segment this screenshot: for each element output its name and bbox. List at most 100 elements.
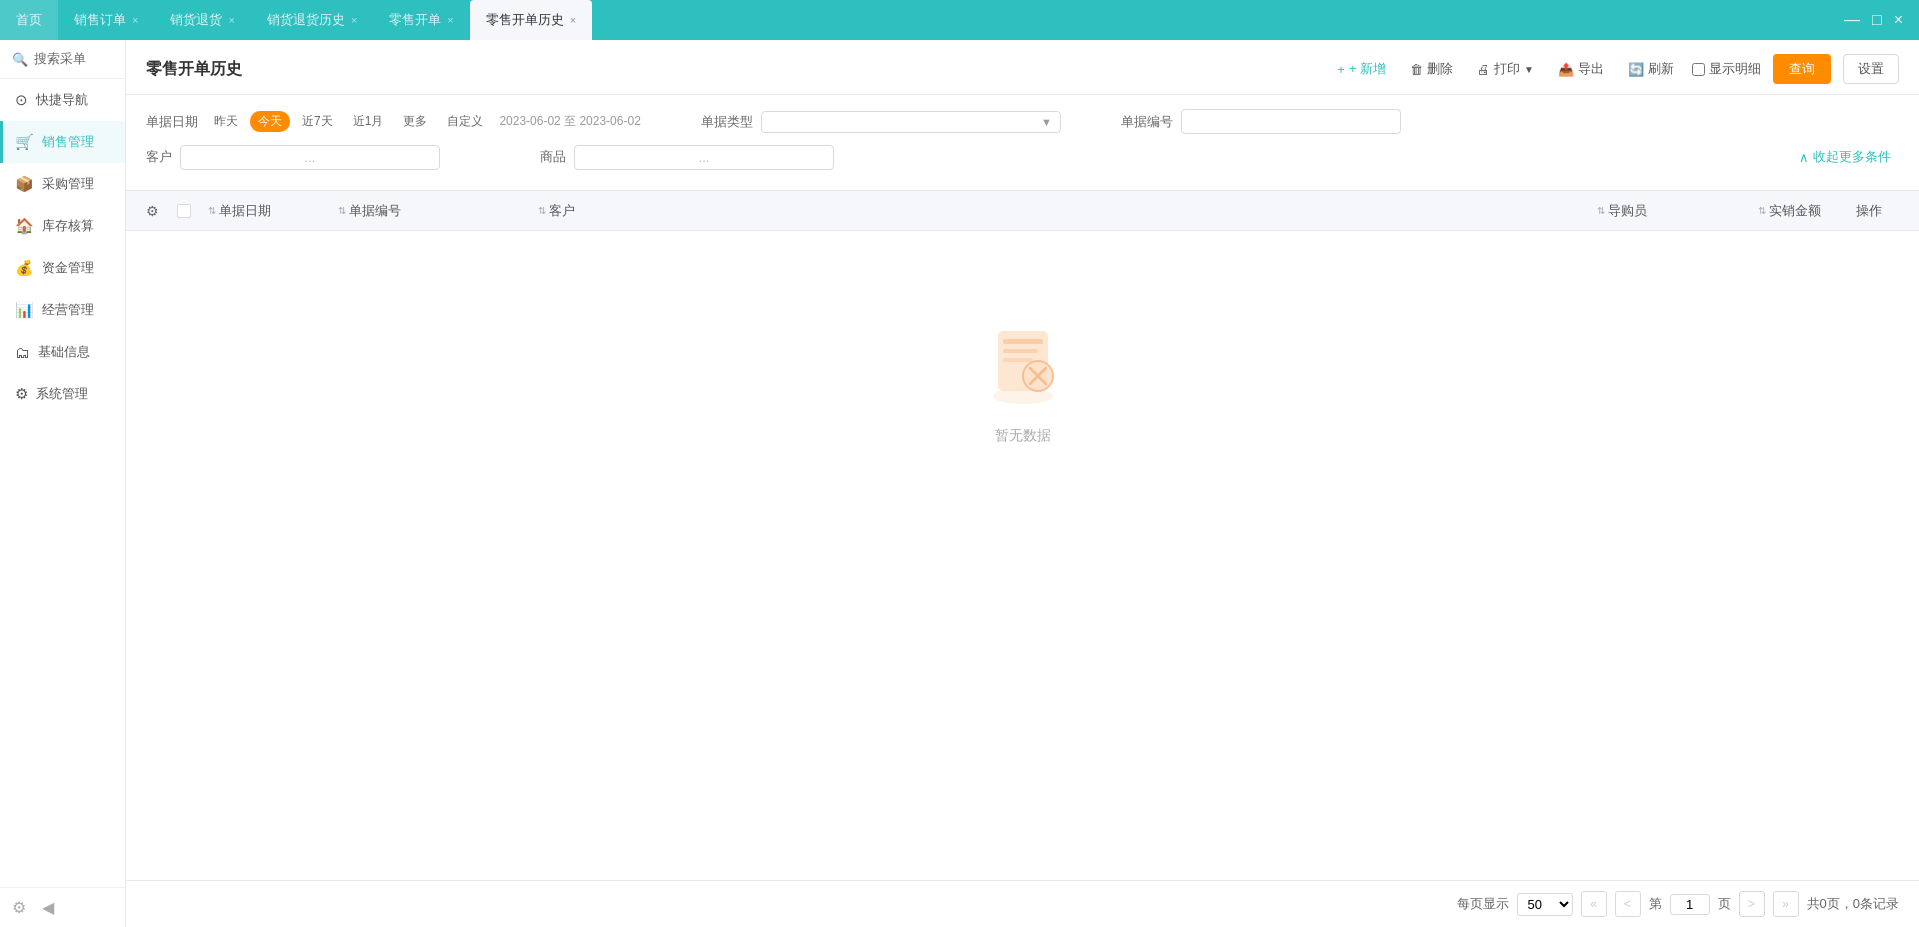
filter-order-no-item: 单据编号 [1121,109,1401,134]
date-btn-1month[interactable]: 近1月 [345,111,392,132]
date-btn-7days[interactable]: 近7天 [294,111,341,132]
collapse-btn[interactable]: ∧ 收起更多条件 [1791,144,1899,170]
filter-customer-select[interactable]: ... [180,145,440,170]
tab-retail-open-close[interactable]: × [447,14,453,26]
sidebar-settings-icon[interactable]: ⚙ [12,898,26,917]
tab-sales-return-label: 销货退货 [170,11,222,29]
sidebar-item-sales-mgmt-label: 销售管理 [42,133,94,151]
system-mgmt-icon: ⚙ [15,385,28,403]
settings-button[interactable]: 设置 [1843,54,1899,84]
sidebar-item-purchase-mgmt[interactable]: 📦 采购管理 [0,163,125,205]
tab-sales-order[interactable]: 销售订单 × [58,0,154,40]
tab-retail-open-history-label: 零售开单历史 [486,11,564,29]
sidebar-item-inventory-label: 库存核算 [42,217,94,235]
col-header-guide[interactable]: ⇅ 导购员 [1589,202,1709,220]
table-select-all-checkbox[interactable] [168,204,200,218]
tab-sales-return-history-close[interactable]: × [351,14,357,26]
sidebar-search[interactable]: 🔍 搜索采单 [0,40,125,79]
query-button[interactable]: 查询 [1773,54,1831,84]
col-date-label: 单据日期 [219,202,271,220]
table-header-row: ⚙ ⇅ 单据日期 ⇅ 单据编号 ⇅ 客户 ⇅ 导购员 [126,191,1919,231]
refresh-label: 刷新 [1648,60,1674,78]
first-page-icon: « [1590,897,1597,911]
col-action-label: 操作 [1856,202,1882,220]
page-title: 零售开单历史 [146,59,242,80]
new-button[interactable]: + + 新增 [1331,56,1392,82]
filter-goods-select[interactable]: ... [574,145,834,170]
tab-sales-return-history[interactable]: 销货退货历史 × [251,0,373,40]
sidebar-item-inventory[interactable]: 🏠 库存核算 [0,205,125,247]
col-header-customer[interactable]: ⇅ 客户 [530,202,1589,220]
sidebar-item-sales-mgmt[interactable]: 🛒 销售管理 [0,121,125,163]
page-number-input[interactable] [1670,894,1710,915]
table-container: ⚙ ⇅ 单据日期 ⇅ 单据编号 ⇅ 客户 ⇅ 导购员 [126,191,1919,880]
pagination-last-btn[interactable]: » [1773,891,1799,917]
sidebar-item-operations[interactable]: 📊 经营管理 [0,289,125,331]
table-column-settings-icon[interactable]: ⚙ [136,203,168,219]
sidebar-collapse-icon[interactable]: ◀ [42,898,54,917]
filter-order-type-arrow-icon: ▼ [1041,116,1052,128]
svg-rect-3 [1003,349,1038,353]
search-icon: 🔍 [12,52,28,67]
filter-order-type-item: 单据类型 ▼ [701,111,1061,133]
tab-sales-order-close[interactable]: × [132,14,138,26]
export-icon: 📤 [1558,62,1574,77]
main-layout: 🔍 搜索采单 ⊙ 快捷导航 🛒 销售管理 📦 采购管理 🏠 库存核算 💰 [0,40,1919,927]
page-prefix-label: 第 [1649,895,1662,913]
finance-icon: 💰 [15,259,34,277]
sidebar-item-finance[interactable]: 💰 资金管理 [0,247,125,289]
tab-sales-return[interactable]: 销货退货 × [154,0,250,40]
per-page-select[interactable]: 50 10 20 100 [1517,893,1573,916]
pagination-bar: 每页显示 50 10 20 100 « < 第 页 > » 共0页，0条记录 [126,880,1919,927]
next-page-icon: > [1748,897,1755,911]
date-btn-yesterday[interactable]: 昨天 [206,111,246,132]
window-close-icon[interactable]: × [1894,11,1903,29]
pagination-prev-btn[interactable]: < [1615,891,1641,917]
col-sort-icon-amount: ⇅ [1758,205,1766,216]
tab-retail-open-history[interactable]: 零售开单历史 × [470,0,592,40]
print-label: 打印 [1494,60,1520,78]
col-header-amount[interactable]: ⇅ 实销金额 [1709,202,1829,220]
filter-area: 单据日期 昨天 今天 近7天 近1月 更多 自定义 2023-06-02 至 2… [126,95,1919,191]
sidebar-nav: ⊙ 快捷导航 🛒 销售管理 📦 采购管理 🏠 库存核算 💰 资金管理 📊 [0,79,125,887]
window-minimize-icon[interactable]: — [1844,11,1860,29]
col-sort-icon-order-no: ⇅ [338,205,346,216]
filter-order-no-input[interactable] [1181,109,1401,134]
date-btn-custom[interactable]: 自定义 [439,111,491,132]
delete-button[interactable]: 🗑 删除 [1404,56,1459,82]
col-header-order-no[interactable]: ⇅ 单据编号 [330,202,530,220]
page-header: 零售开单历史 + + 新增 🗑 删除 🖨 打印 ▼ 📤 导出 [126,40,1919,95]
sidebar-bottom: ⚙ ◀ [0,887,125,927]
tab-retail-open-history-close[interactable]: × [570,14,576,26]
filter-date-item: 单据日期 昨天 今天 近7天 近1月 更多 自定义 2023-06-02 至 2… [146,111,641,132]
print-button[interactable]: 🖨 打印 ▼ [1471,56,1540,82]
select-all-box[interactable] [177,204,191,218]
sidebar-item-operations-label: 经营管理 [42,301,94,319]
pagination-first-btn[interactable]: « [1581,891,1607,917]
col-sort-icon-date: ⇅ [208,205,216,216]
sidebar-item-basic-info[interactable]: 🗂 基础信息 [0,331,125,373]
refresh-button[interactable]: 🔄 刷新 [1622,56,1680,82]
quick-nav-icon: ⊙ [15,91,28,109]
tab-sales-return-close[interactable]: × [228,14,234,26]
empty-state: 暂无数据 [126,231,1919,525]
col-header-date[interactable]: ⇅ 单据日期 [200,202,330,220]
date-btn-more[interactable]: 更多 [395,111,435,132]
empty-state-text: 暂无数据 [995,427,1051,445]
display-toggle-checkbox[interactable] [1692,63,1705,76]
date-btn-today[interactable]: 今天 [250,111,290,132]
tab-home[interactable]: 首页 [0,0,58,40]
filter-customer-label: 客户 [146,148,172,166]
display-toggle-label: 显示明细 [1709,60,1761,78]
delete-label: 删除 [1427,60,1453,78]
display-toggle[interactable]: 显示明细 [1692,60,1761,78]
sidebar-item-basic-info-label: 基础信息 [38,343,90,361]
window-maximize-icon[interactable]: □ [1872,11,1882,29]
pagination-next-btn[interactable]: > [1739,891,1765,917]
sidebar-item-quick-nav[interactable]: ⊙ 快捷导航 [0,79,125,121]
sidebar-item-system-mgmt[interactable]: ⚙ 系统管理 [0,373,125,415]
filter-order-type-select[interactable]: ▼ [761,111,1061,133]
export-button[interactable]: 📤 导出 [1552,56,1610,82]
tab-retail-open[interactable]: 零售开单 × [373,0,469,40]
refresh-icon: 🔄 [1628,62,1644,77]
